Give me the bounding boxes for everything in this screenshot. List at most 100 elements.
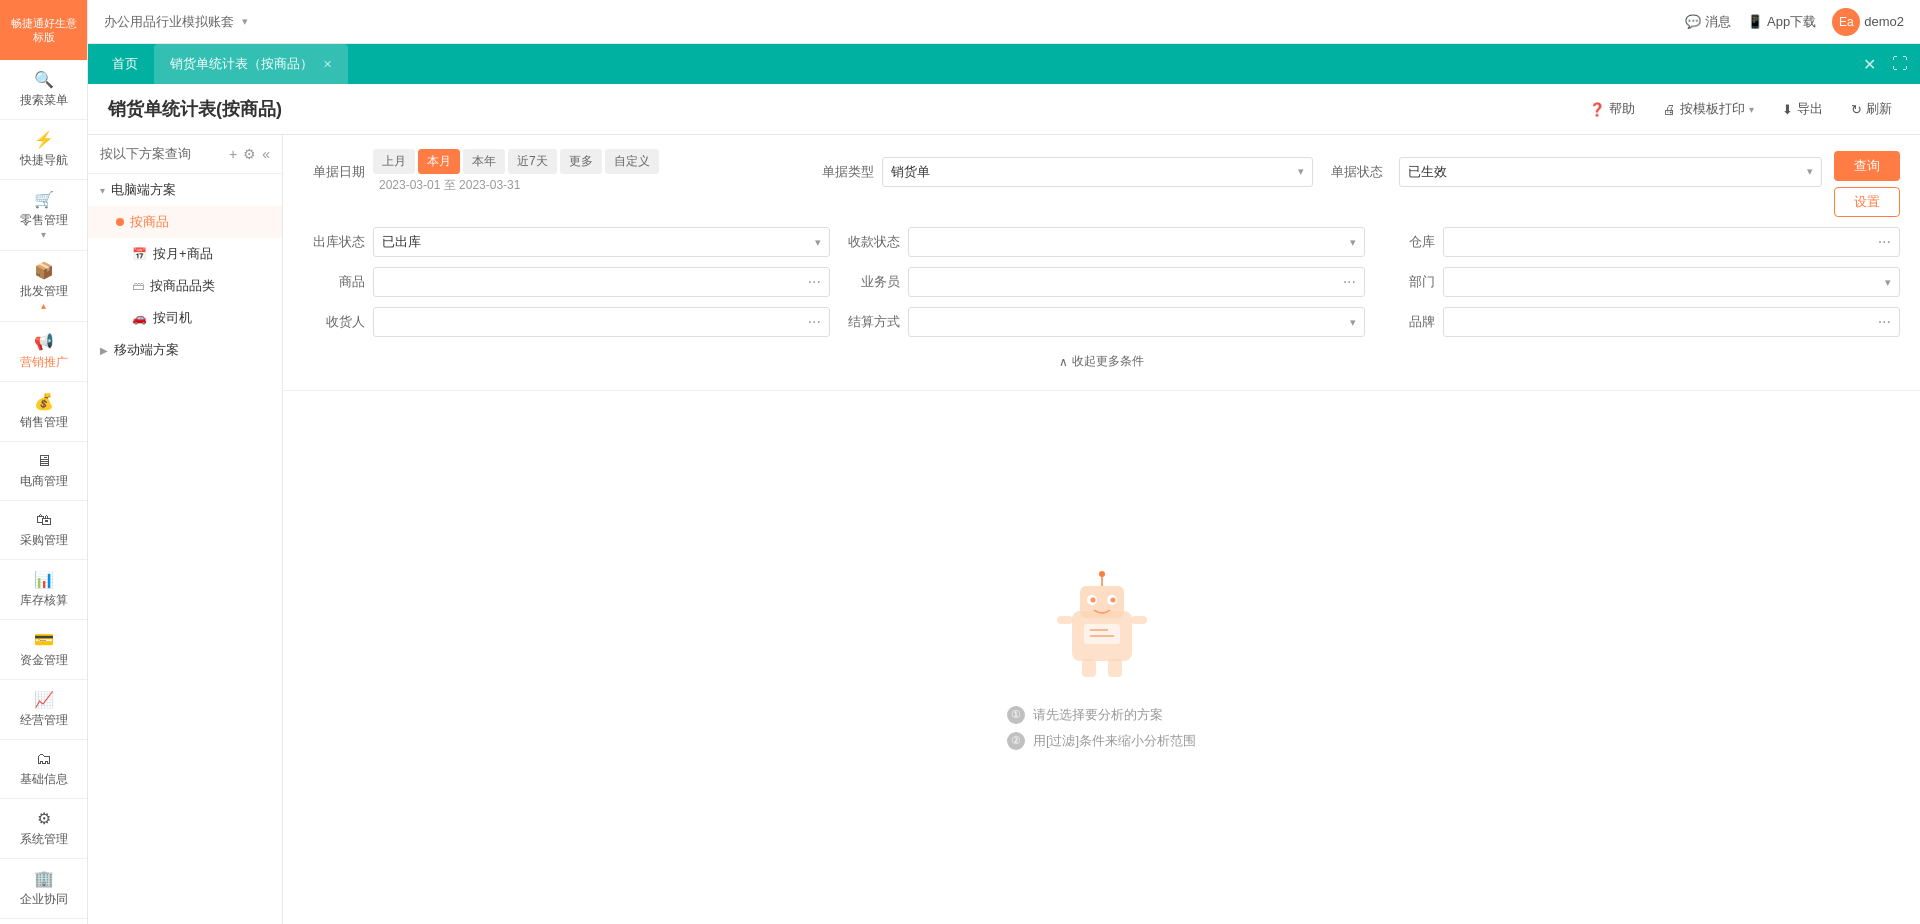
tree-item-by-driver[interactable]: 🚗 按司机 bbox=[88, 302, 282, 334]
payment-select[interactable]: ▾ bbox=[908, 227, 1365, 257]
user-menu[interactable]: Ea demo2 bbox=[1832, 8, 1904, 36]
topbar: 办公用品行业模拟账套 ▾ 💬 消息 📱 App下载 Ea demo2 bbox=[88, 0, 1920, 44]
tree-group-mobile[interactable]: ▶ 移动端方案 bbox=[88, 334, 282, 366]
date-btn-custom[interactable]: 自定义 bbox=[605, 149, 659, 174]
filter-cell-date: 单据日期 上月 本月 本年 近7天 更多 自定义 2023-03-01 至 20… bbox=[303, 149, 804, 194]
message-button[interactable]: 💬 消息 bbox=[1685, 13, 1731, 31]
sidebar-item-label: 零售管理 bbox=[20, 212, 68, 229]
tree-item-by-month-goods-label: 按月+商品 bbox=[153, 245, 213, 263]
page-actions: ❓ 帮助 🖨 按模板打印 ▾ ⬇ 导出 ↻ 刷新 bbox=[1581, 96, 1900, 122]
sidebar-item-newbie[interactable]: 🎯 新手引导 bbox=[0, 919, 87, 924]
goods-select[interactable]: ··· bbox=[373, 267, 830, 297]
filter-cell-payment: 收款状态 ▾ bbox=[838, 227, 1365, 257]
panel-header: 按以下方案查询 + ⚙ « bbox=[88, 135, 282, 174]
date-btn-thisyear[interactable]: 本年 bbox=[463, 149, 505, 174]
print-button[interactable]: 🖨 按模板打印 ▾ bbox=[1655, 96, 1762, 122]
tree-item-by-category-label: 按商品品类 bbox=[150, 277, 215, 295]
left-panel: 按以下方案查询 + ⚙ « ▾ 电脑端方案 按商品 bbox=[88, 135, 283, 924]
export-icon: ⬇ bbox=[1782, 102, 1793, 117]
sidebar-item-label: 搜索菜单 bbox=[20, 92, 68, 109]
tree-item-by-goods[interactable]: 按商品 bbox=[88, 206, 282, 238]
outstatus-select[interactable]: 已出库 ▾ bbox=[373, 227, 830, 257]
docstatus-value: 已生效 bbox=[1408, 163, 1807, 181]
tab-sales-stats[interactable]: 销货单统计表（按商品） ✕ bbox=[154, 44, 348, 84]
topbar-right: 💬 消息 📱 App下载 Ea demo2 bbox=[1685, 8, 1904, 36]
print-icon: 🖨 bbox=[1663, 102, 1676, 117]
sidebar-item-label: 经营管理 bbox=[20, 712, 68, 729]
svg-rect-10 bbox=[1082, 659, 1096, 677]
date-btn-lastmonth[interactable]: 上月 bbox=[373, 149, 415, 174]
app-name: 办公用品行业模拟账套 bbox=[104, 13, 234, 31]
help-button[interactable]: ❓ 帮助 bbox=[1581, 96, 1643, 122]
dept-select[interactable]: ▾ bbox=[1443, 267, 1900, 297]
collapse-panel-icon[interactable]: « bbox=[262, 146, 270, 162]
collapse-button[interactable]: ∧ 收起更多条件 bbox=[1053, 347, 1150, 376]
date-btn-thismonth[interactable]: 本月 bbox=[418, 149, 460, 174]
tree-item-by-month-goods[interactable]: 📅 按月+商品 bbox=[88, 238, 282, 270]
tip-1-num: ① bbox=[1007, 706, 1025, 724]
logo-text: 畅捷通好生意 标版 bbox=[11, 16, 77, 45]
recipient-label: 收货人 bbox=[303, 313, 373, 331]
tip-2-num: ② bbox=[1007, 732, 1025, 750]
warehouse-dots-icon[interactable]: ··· bbox=[1878, 233, 1891, 251]
wholesale-icon: 📦 bbox=[34, 261, 54, 280]
date-label: 单据日期 bbox=[303, 163, 373, 181]
sidebar-item-search[interactable]: 🔍 搜索菜单 bbox=[0, 60, 87, 120]
date-btn-7days[interactable]: 近7天 bbox=[508, 149, 557, 174]
query-button[interactable]: 查询 bbox=[1834, 151, 1900, 181]
maximize-icon[interactable]: ⛶ bbox=[1888, 51, 1912, 77]
warehouse-select[interactable]: ··· bbox=[1443, 227, 1900, 257]
sidebar-item-inventory[interactable]: 📊 库存核算 bbox=[0, 560, 87, 620]
settings-button[interactable]: 设置 bbox=[1834, 187, 1900, 217]
sidebar-item-label: 快捷导航 bbox=[20, 152, 68, 169]
add-scheme-icon[interactable]: + bbox=[229, 146, 237, 162]
brand-select[interactable]: ··· bbox=[1443, 307, 1900, 337]
salesperson-dots-icon[interactable]: ··· bbox=[1343, 273, 1356, 291]
app-dropdown-icon[interactable]: ▾ bbox=[242, 15, 248, 28]
collapse-label: 收起更多条件 bbox=[1072, 353, 1144, 370]
app-logo: 畅捷通好生意 标版 bbox=[0, 0, 87, 60]
filter-cell-recipient: 收货人 ··· bbox=[303, 307, 830, 337]
date-btn-more[interactable]: 更多 bbox=[560, 149, 602, 174]
settlement-select[interactable]: ▾ bbox=[908, 307, 1365, 337]
tip-2-text: 用[过滤]条件来缩小分析范围 bbox=[1033, 732, 1196, 750]
salesperson-select[interactable]: ··· bbox=[908, 267, 1365, 297]
sidebar-item-purchase[interactable]: 🛍 采购管理 bbox=[0, 501, 87, 560]
tab-close-icon[interactable]: ✕ bbox=[323, 58, 332, 71]
docstatus-select[interactable]: 已生效 ▾ bbox=[1399, 157, 1822, 187]
close-window-icon[interactable]: ✕ bbox=[1859, 51, 1880, 78]
filter-cell-doctype: 单据类型 销货单 ▾ bbox=[812, 149, 1313, 194]
sidebar-item-enterprise[interactable]: 🏢 企业协同 bbox=[0, 859, 87, 919]
tree-item-by-category[interactable]: 🗃 按商品品类 bbox=[88, 270, 282, 302]
export-button[interactable]: ⬇ 导出 bbox=[1774, 96, 1831, 122]
settings-scheme-icon[interactable]: ⚙ bbox=[243, 146, 256, 162]
tab-home[interactable]: 首页 bbox=[96, 44, 154, 84]
sidebar-item-label: 采购管理 bbox=[20, 532, 68, 549]
dept-label: 部门 bbox=[1373, 273, 1443, 291]
sidebar-item-operations[interactable]: 📈 经营管理 bbox=[0, 680, 87, 740]
filter-area: 单据日期 上月 本月 本年 近7天 更多 自定义 2023-03-01 至 20… bbox=[283, 135, 1920, 391]
refresh-button[interactable]: ↻ 刷新 bbox=[1843, 96, 1900, 122]
sidebar-item-system[interactable]: ⚙ 系统管理 bbox=[0, 799, 87, 859]
filter-cell-outstatus: 出库状态 已出库 ▾ bbox=[303, 227, 830, 257]
empty-tip-2: ② 用[过滤]条件来缩小分析范围 bbox=[1007, 732, 1196, 750]
svg-point-4 bbox=[1090, 597, 1095, 602]
recipient-select[interactable]: ··· bbox=[373, 307, 830, 337]
tree-group-pc[interactable]: ▾ 电脑端方案 bbox=[88, 174, 282, 206]
sidebar-item-quicknav[interactable]: ⚡ 快捷导航 bbox=[0, 120, 87, 180]
sidebar-item-finance[interactable]: 💳 资金管理 bbox=[0, 620, 87, 680]
sidebar-item-label: 营销推广 bbox=[20, 354, 68, 371]
payment-label: 收款状态 bbox=[838, 233, 908, 251]
sidebar-item-wholesale[interactable]: 📦 批发管理 ▴ bbox=[0, 251, 87, 322]
recipient-dots-icon[interactable]: ··· bbox=[808, 313, 821, 331]
sidebar-item-marketing[interactable]: 📢 营销推广 bbox=[0, 322, 87, 382]
sidebar-item-ecommerce[interactable]: 🖥 电商管理 bbox=[0, 442, 87, 501]
brand-dots-icon[interactable]: ··· bbox=[1878, 313, 1891, 331]
content-area: 销货单统计表(按商品) ❓ 帮助 🖨 按模板打印 ▾ ⬇ 导出 ↻ 刷新 bbox=[88, 84, 1920, 924]
goods-dots-icon[interactable]: ··· bbox=[808, 273, 821, 291]
app-download-button[interactable]: 📱 App下载 bbox=[1747, 13, 1816, 31]
sidebar-item-basic[interactable]: 🗂 基础信息 bbox=[0, 740, 87, 799]
sidebar-item-sales[interactable]: 💰 销售管理 bbox=[0, 382, 87, 442]
sidebar-item-retail[interactable]: 🛒 零售管理 ▾ bbox=[0, 180, 87, 251]
doctype-select[interactable]: 销货单 ▾ bbox=[882, 157, 1313, 187]
